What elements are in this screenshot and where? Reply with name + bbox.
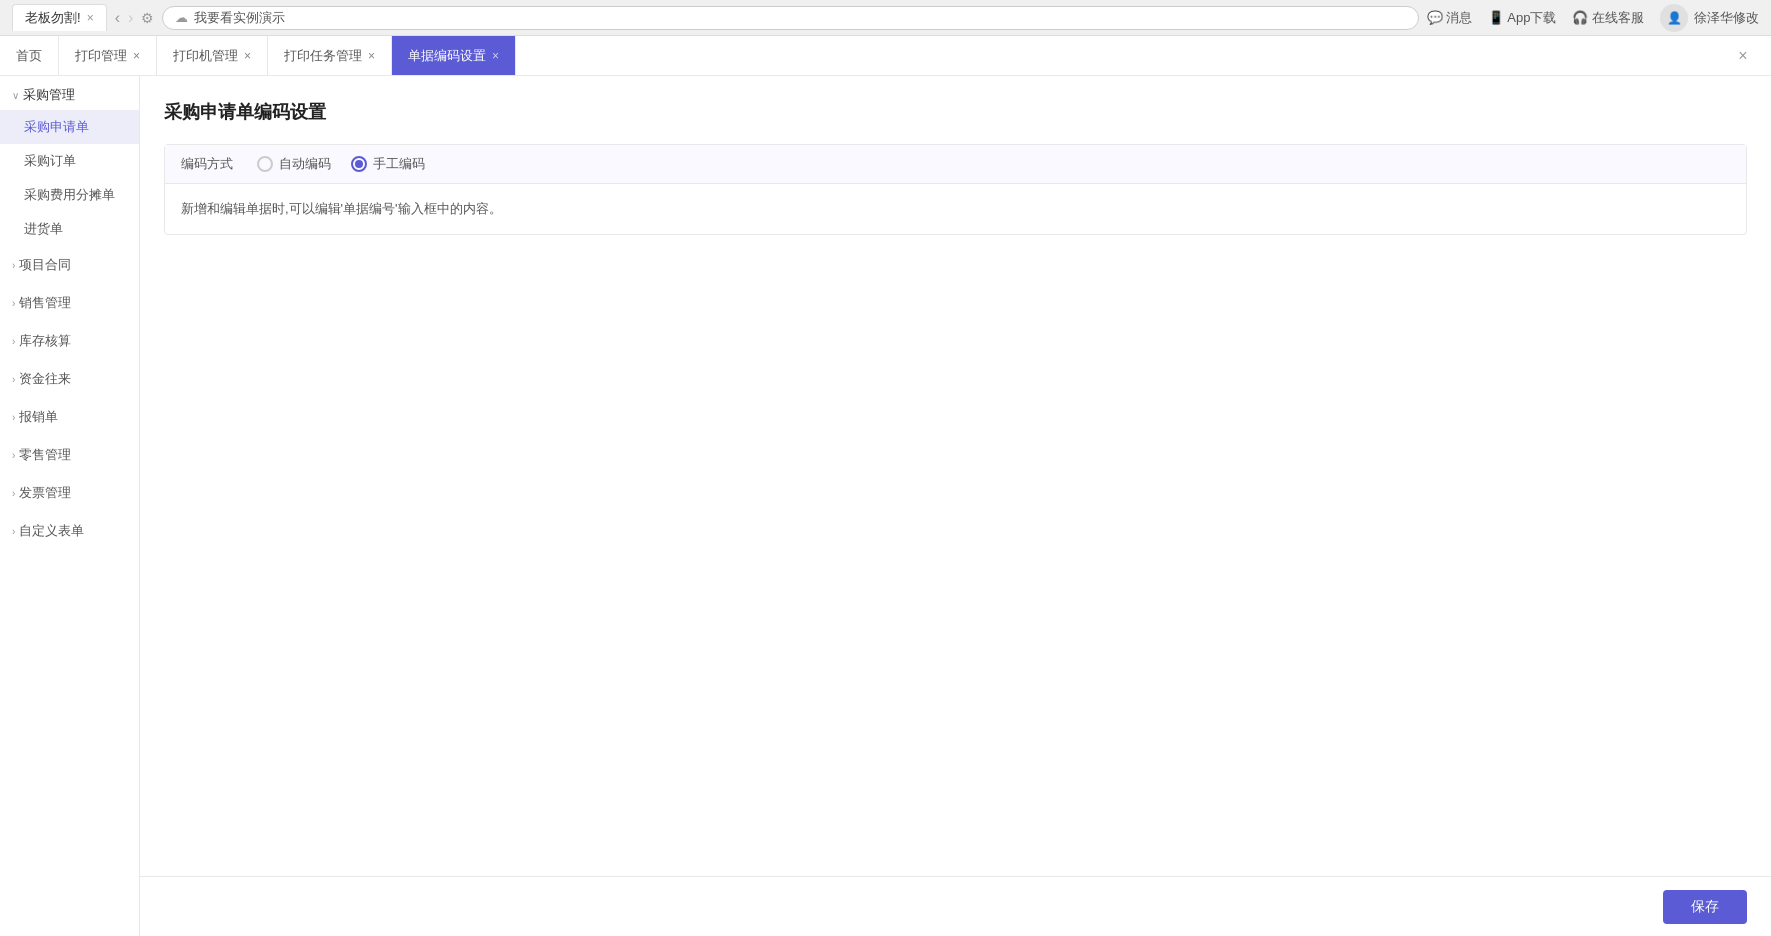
message-icon-top[interactable]: 💬 消息: [1427, 9, 1473, 27]
sidebar-item-custom-forms[interactable]: › 自定义表单: [0, 512, 139, 550]
inventory-label: 库存核算: [19, 332, 71, 350]
capital-flow-label: 资金往来: [19, 370, 71, 388]
tab-print-task-management-close[interactable]: ×: [368, 49, 375, 63]
sidebar-group-procurement: ∨ 采购管理 采购申请单 采购订单 采购费用分摊单 进货单: [0, 76, 139, 246]
browser-tab-title: 老板勿割!: [25, 9, 81, 27]
tab-print-task-management[interactable]: 打印任务管理 ×: [268, 36, 392, 75]
sidebar-group-title-procurement[interactable]: ∨ 采购管理: [0, 76, 139, 110]
retail-arrow: ›: [12, 450, 15, 461]
main-layout: ∨ 采购管理 采购申请单 采购订单 采购费用分摊单 进货单 › 项目合同 › 销…: [0, 76, 1771, 936]
browser-address-bar[interactable]: ☁ 我要看实例演示: [162, 6, 1418, 30]
app-download-top[interactable]: 📱 App下载: [1488, 9, 1556, 27]
app-header: 首页 打印管理 × 打印机管理 × 打印任务管理 × 单据编码设置 × ×: [0, 36, 1771, 76]
project-contract-arrow: ›: [12, 260, 15, 271]
coding-description: 新增和编辑单据时,可以编辑'单据编号'输入框中的内容。: [165, 184, 1746, 234]
inventory-arrow: ›: [12, 336, 15, 347]
browser-nav-arrow[interactable]: ‹: [115, 9, 120, 27]
sidebar-item-returns[interactable]: › 报销单: [0, 398, 139, 436]
tab-print-management[interactable]: 打印管理 ×: [59, 36, 157, 75]
gear-icon[interactable]: ⚙: [141, 10, 154, 26]
sidebar-item-purchase-expense-label: 采购费用分摊单: [24, 187, 115, 202]
retail-label: 零售管理: [19, 446, 71, 464]
returns-arrow: ›: [12, 412, 15, 423]
project-contract-label: 项目合同: [19, 256, 71, 274]
custom-forms-label: 自定义表单: [19, 522, 84, 540]
avatar: 👤: [1660, 4, 1688, 32]
sidebar-item-capital-flow[interactable]: › 资金往来: [0, 360, 139, 398]
tab-printer-management-label: 打印机管理: [173, 47, 238, 65]
tab-print-management-label: 打印管理: [75, 47, 127, 65]
sidebar-item-project-contract[interactable]: › 项目合同: [0, 246, 139, 284]
manual-coding-option[interactable]: 手工编码: [351, 155, 425, 173]
online-service-top[interactable]: 🎧 在线客服: [1572, 9, 1644, 27]
coding-section: 编码方式 自动编码 手工编码 新增和编辑单据时,可以编辑'单据编号'输入框中的内: [164, 144, 1747, 235]
tab-print-management-close[interactable]: ×: [133, 49, 140, 63]
coding-description-text: 新增和编辑单据时,可以编辑'单据编号'输入框中的内容。: [181, 201, 502, 216]
address-text: 我要看实例演示: [194, 9, 285, 27]
auto-coding-option[interactable]: 自动编码: [257, 155, 331, 173]
tab-home-label: 首页: [16, 47, 42, 65]
content-area: 采购申请单编码设置 编码方式 自动编码 手工编码: [140, 76, 1771, 936]
tab-home[interactable]: 首页: [0, 36, 59, 75]
coding-method-label: 编码方式: [181, 155, 233, 173]
coding-radio-group: 自动编码 手工编码: [257, 155, 425, 173]
sidebar-item-goods-receipt-label: 进货单: [24, 221, 63, 236]
browser-bar-right: 💬 消息 📱 App下载 🎧 在线客服 👤 徐泽华修改: [1427, 4, 1759, 32]
invoice-arrow: ›: [12, 488, 15, 499]
browser-tab[interactable]: 老板勿割! ×: [12, 4, 107, 31]
page-title: 采购申请单编码设置: [164, 100, 1747, 124]
tab-printer-management[interactable]: 打印机管理 ×: [157, 36, 268, 75]
sidebar-item-purchase-expense[interactable]: 采购费用分摊单: [0, 178, 139, 212]
sidebar-item-purchase-order-label: 采购订单: [24, 153, 76, 168]
app-tabs: 首页 打印管理 × 打印机管理 × 打印任务管理 × 单据编码设置 ×: [0, 36, 516, 75]
sidebar-item-purchase-request-label: 采购申请单: [24, 119, 89, 134]
footer-bar: 保存: [140, 876, 1771, 936]
browser-bar: 老板勿割! × ‹ › ⚙ ☁ 我要看实例演示 💬 消息 📱 App下载 🎧 在…: [0, 0, 1771, 36]
custom-forms-arrow: ›: [12, 526, 15, 537]
cloud-icon: ☁: [175, 10, 188, 25]
tab-single-doc-code-settings-close[interactable]: ×: [492, 49, 499, 63]
tab-printer-management-close[interactable]: ×: [244, 49, 251, 63]
sidebar-item-goods-receipt[interactable]: 进货单: [0, 212, 139, 246]
returns-label: 报销单: [19, 408, 58, 426]
app-header-right: ×: [1731, 44, 1771, 68]
sidebar-item-retail[interactable]: › 零售管理: [0, 436, 139, 474]
invoice-label: 发票管理: [19, 484, 71, 502]
window-close-button[interactable]: ×: [1731, 44, 1755, 68]
manual-coding-radio[interactable]: [351, 156, 367, 172]
save-button[interactable]: 保存: [1663, 890, 1747, 924]
tab-print-task-management-label: 打印任务管理: [284, 47, 362, 65]
procurement-arrow: ∨: [12, 90, 19, 101]
user-name: 徐泽华修改: [1694, 9, 1759, 27]
auto-coding-label: 自动编码: [279, 155, 331, 173]
coding-header: 编码方式 自动编码 手工编码: [165, 145, 1746, 184]
sidebar-item-purchase-request[interactable]: 采购申请单: [0, 110, 139, 144]
content-inner: 采购申请单编码设置 编码方式 自动编码 手工编码: [140, 76, 1771, 936]
user-info[interactable]: 👤 徐泽华修改: [1660, 4, 1759, 32]
procurement-label: 采购管理: [23, 86, 75, 104]
browser-tab-close[interactable]: ×: [87, 11, 94, 25]
tab-single-doc-code-settings[interactable]: 单据编码设置 ×: [392, 36, 516, 75]
sidebar: ∨ 采购管理 采购申请单 采购订单 采购费用分摊单 进货单 › 项目合同 › 销…: [0, 76, 140, 936]
sidebar-item-sales-management[interactable]: › 销售管理: [0, 284, 139, 322]
sales-management-label: 销售管理: [19, 294, 71, 312]
manual-coding-label: 手工编码: [373, 155, 425, 173]
capital-flow-arrow: ›: [12, 374, 15, 385]
browser-nav-arrow-right[interactable]: ›: [128, 9, 133, 27]
auto-coding-radio[interactable]: [257, 156, 273, 172]
sidebar-item-invoice[interactable]: › 发票管理: [0, 474, 139, 512]
sidebar-item-inventory[interactable]: › 库存核算: [0, 322, 139, 360]
sidebar-item-purchase-order[interactable]: 采购订单: [0, 144, 139, 178]
tab-single-doc-code-settings-label: 单据编码设置: [408, 47, 486, 65]
sales-management-arrow: ›: [12, 298, 15, 309]
